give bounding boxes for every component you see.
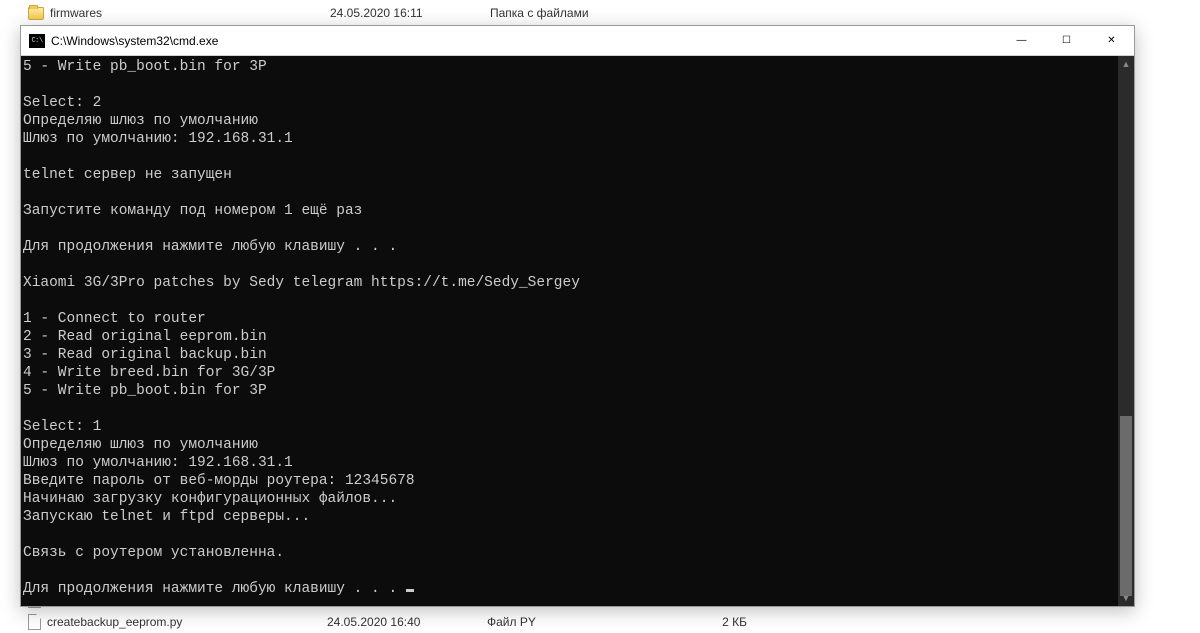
file-name: createbackup_eeprom.py <box>47 615 327 629</box>
terminal-output: 5 - Write pb_boot.bin for 3P Select: 2 О… <box>21 56 1118 598</box>
scrollbar-thumb[interactable] <box>1120 416 1132 596</box>
close-button[interactable]: ✕ <box>1089 26 1134 55</box>
file-icon <box>28 614 41 630</box>
scroll-down-icon[interactable]: ▼ <box>1118 590 1134 606</box>
minimize-button[interactable]: — <box>999 26 1044 55</box>
file-type: Папка с файлами <box>490 6 670 20</box>
file-type: Файл PY <box>487 615 667 629</box>
cmd-icon: C:\ <box>29 34 45 48</box>
cursor <box>406 589 414 592</box>
file-date: 24.05.2020 16:40 <box>327 615 487 629</box>
folder-icon <box>28 7 44 20</box>
titlebar[interactable]: C:\ C:\Windows\system32\cmd.exe — ☐ ✕ <box>21 26 1134 56</box>
window-buttons: — ☐ ✕ <box>999 26 1134 55</box>
terminal-content: 5 - Write pb_boot.bin for 3P Select: 2 О… <box>21 56 1118 606</box>
file-name: firmwares <box>50 6 330 20</box>
file-size: 2 КБ <box>667 615 747 629</box>
file-date: 24.05.2020 16:11 <box>330 6 490 20</box>
scrollbar[interactable]: ▲ ▼ <box>1118 56 1134 606</box>
explorer-row-file[interactable]: createbackup_eeprom.py 24.05.2020 16:40 … <box>0 611 1200 633</box>
terminal[interactable]: 5 - Write pb_boot.bin for 3P Select: 2 О… <box>21 56 1134 606</box>
explorer-row-firmwares[interactable]: firmwares 24.05.2020 16:11 Папка с файла… <box>0 2 1200 24</box>
maximize-button[interactable]: ☐ <box>1044 26 1089 55</box>
window-title: C:\Windows\system32\cmd.exe <box>51 34 999 48</box>
scroll-up-icon[interactable]: ▲ <box>1118 56 1134 72</box>
cmd-window: C:\ C:\Windows\system32\cmd.exe — ☐ ✕ 5 … <box>20 25 1135 607</box>
